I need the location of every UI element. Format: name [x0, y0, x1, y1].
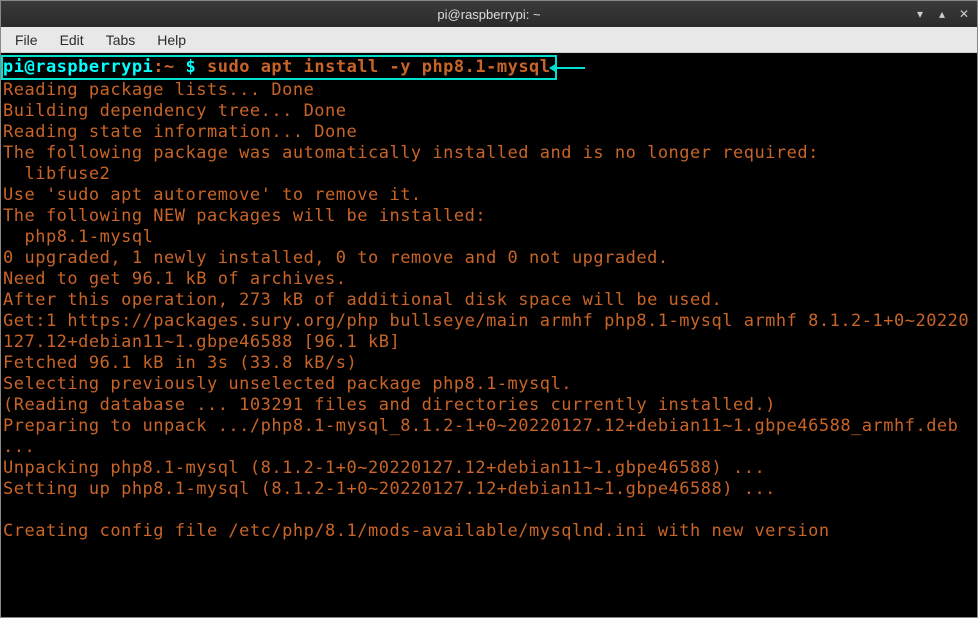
terminal-output-line: php8.1-mysql: [3, 227, 153, 247]
terminal-output-line: Use 'sudo apt autoremove' to remove it.: [3, 185, 422, 205]
highlight-annotation: pi@raspberrypi:~ $ sudo apt install -y p…: [1, 55, 557, 80]
prompt-dollar: $: [175, 57, 207, 77]
menubar: File Edit Tabs Help: [1, 27, 977, 53]
terminal-output-line: libfuse2: [3, 164, 110, 184]
terminal-output-line: Preparing to unpack .../php8.1-mysql_8.1…: [3, 416, 969, 457]
terminal-output-line: Setting up php8.1-mysql (8.1.2-1+0~20220…: [3, 479, 776, 499]
terminal-output-line: The following package was automatically …: [3, 143, 819, 163]
terminal-output-line: Fetched 96.1 kB in 3s (33.8 kB/s): [3, 353, 357, 373]
terminal-output-line: Selecting previously unselected package …: [3, 374, 572, 394]
terminal-output-line: Creating config file /etc/php/8.1/mods-a…: [3, 521, 830, 541]
terminal-output-line: Reading state information... Done: [3, 122, 357, 142]
terminal-output-line: 0 upgraded, 1 newly installed, 0 to remo…: [3, 248, 669, 268]
terminal-output-line: Get:1 https://packages.sury.org/php bull…: [3, 311, 969, 352]
terminal-area[interactable]: pi@raspberrypi:~ $ sudo apt install -y p…: [1, 53, 977, 617]
terminal-output-line: (Reading database ... 103291 files and d…: [3, 395, 776, 415]
prompt-command: sudo apt install -y php8.1-mysql: [207, 57, 551, 77]
terminal-output-line: Unpacking php8.1-mysql (8.1.2-1+0~202201…: [3, 458, 765, 478]
menu-file[interactable]: File: [5, 29, 48, 51]
menu-tabs[interactable]: Tabs: [96, 29, 146, 51]
terminal-output-line: Building dependency tree... Done: [3, 101, 347, 121]
menu-edit[interactable]: Edit: [50, 29, 94, 51]
arrow-annotation-icon: [555, 67, 585, 69]
terminal-output-line: After this operation, 273 kB of addition…: [3, 290, 722, 310]
titlebar[interactable]: pi@raspberrypi: ~ ▾ ▴ ✕: [1, 1, 977, 27]
prompt-user-host: pi@raspberrypi: [3, 57, 153, 77]
maximize-icon[interactable]: ▴: [935, 7, 949, 21]
window-controls: ▾ ▴ ✕: [913, 7, 971, 21]
prompt-path: ~: [164, 57, 175, 77]
window-title: pi@raspberrypi: ~: [1, 7, 977, 22]
prompt-colon: :: [153, 57, 164, 77]
terminal-output-line: Reading package lists... Done: [3, 80, 314, 100]
menu-help[interactable]: Help: [147, 29, 196, 51]
minimize-icon[interactable]: ▾: [913, 7, 927, 21]
terminal-output-line: The following NEW packages will be insta…: [3, 206, 486, 226]
terminal-window: pi@raspberrypi: ~ ▾ ▴ ✕ File Edit Tabs H…: [0, 0, 978, 618]
terminal-output-line: Need to get 96.1 kB of archives.: [3, 269, 347, 289]
close-icon[interactable]: ✕: [957, 7, 971, 21]
